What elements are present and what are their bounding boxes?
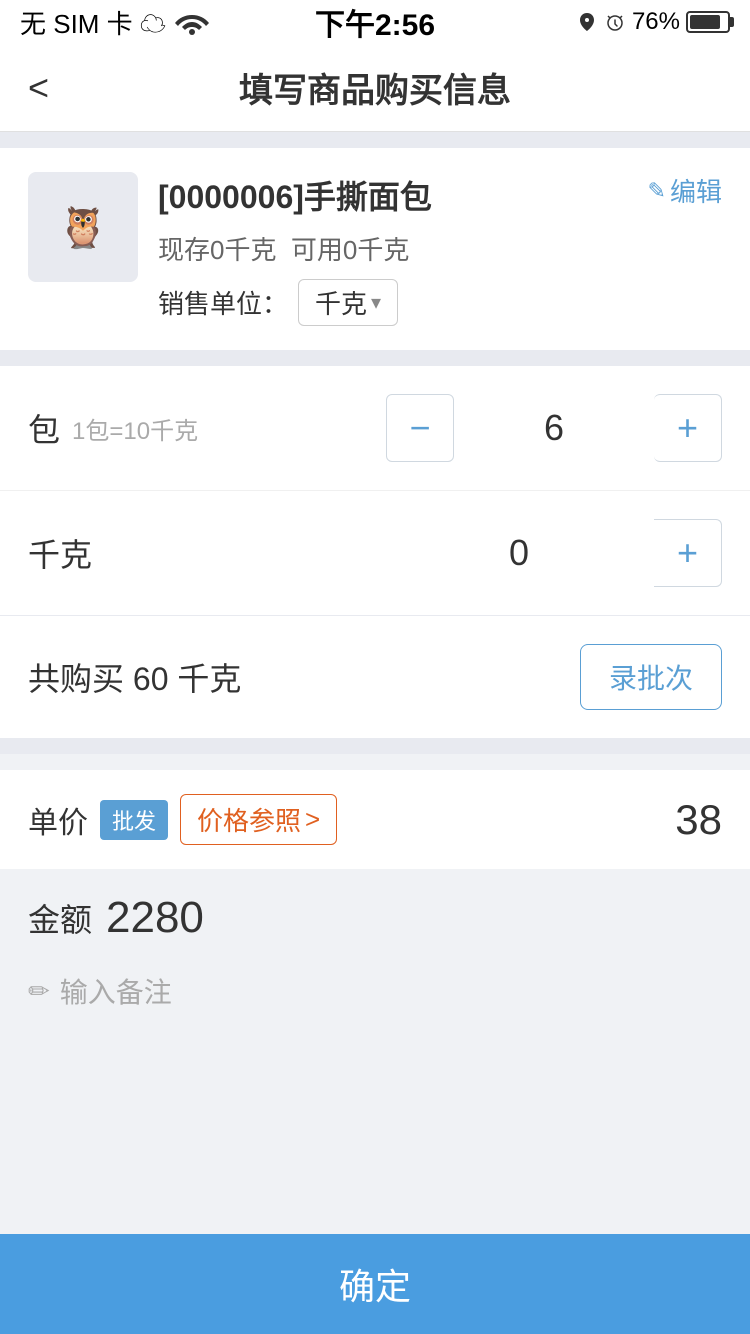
chevron-right-icon: > [305,804,320,835]
input-section: 包 1包=10千克 − + 千克 + [0,366,750,615]
price-ref-label: 价格参照 [197,801,301,838]
price-label-text: 单价 [28,798,88,842]
price-reference-button[interactable]: 价格参照 > [180,794,337,845]
summary-text: 共购买 60 千克 [28,654,241,700]
kg-plus-icon: + [677,532,698,574]
product-unit-row: 销售单位： 千克 ▾ [158,279,722,326]
unit-value: 千克 [315,284,367,321]
price-tag: 批发 [100,800,168,840]
price-label: 单价 批发 价格参照 > [28,794,337,845]
amount-label: 金额 [28,895,92,941]
kg-label: 千克 [28,530,384,576]
bao-quantity-row: 包 1包=10千克 − + [0,366,750,491]
kg-quantity-row: 千克 + [0,491,750,615]
confirm-button[interactable]: 确定 [0,1234,750,1334]
amount-value: 2280 [106,893,204,943]
kg-quantity-input[interactable] [384,519,654,587]
divider-1 [0,132,750,148]
no-sim-text: 无 SIM 卡 ☁ [20,4,166,41]
product-logo: 🦉 [58,204,108,251]
page-title: 填写商品购买信息 [239,63,511,112]
bao-decrease-button[interactable]: − [386,394,454,462]
product-stock: 现存0千克 可用0千克 [158,230,722,267]
edit-button[interactable]: ✎ 编辑 [648,172,722,209]
divider-2 [0,350,750,366]
battery-icon [686,11,730,33]
product-name: [0000006]手撕面包 [158,172,722,218]
confirm-label: 确定 [339,1258,411,1310]
bao-quantity-control: − + [386,394,722,462]
minus-icon: − [409,407,430,449]
unit-select[interactable]: 千克 ▾ [298,279,398,326]
edit-label: 编辑 [670,172,722,209]
product-card: 🦉 [0000006]手撕面包 现存0千克 可用0千克 销售单位： 千克 ▾ ✎… [0,148,750,350]
bao-quantity-input[interactable] [454,394,654,462]
amount-section: 金额 2280 ✏ 输入备注 [0,869,750,1039]
batch-btn-label: 录批次 [609,663,693,694]
record-batch-button[interactable]: 录批次 [580,644,722,710]
wifi-icon [174,9,210,35]
remark-placeholder: 输入备注 [60,971,172,1011]
product-thumbnail: 🦉 [28,172,138,282]
status-right: 76% [576,8,730,36]
kg-quantity-control: + [384,519,722,587]
remark-row[interactable]: ✏ 输入备注 [28,955,722,1027]
divider-3 [0,738,750,754]
bao-hint: 1包=10千克 [72,411,198,446]
bao-increase-button[interactable]: + [654,394,722,462]
price-section: 单价 批发 价格参照 > 38 [0,770,750,869]
location-icon [576,11,598,33]
unit-label: 销售单位： [158,284,288,321]
status-time: 下午2:56 [315,0,435,44]
edit-icon: ✎ [648,178,666,204]
back-button[interactable]: < [28,67,49,109]
status-left: 无 SIM 卡 ☁ [20,4,210,41]
content-fill [0,1039,750,1234]
bao-label: 包 1包=10千克 [28,405,386,451]
nav-bar: < 填写商品购买信息 [0,44,750,132]
alarm-icon [604,11,626,33]
battery-text: 76% [632,8,680,36]
summary-row: 共购买 60 千克 录批次 [0,615,750,738]
chevron-down-icon: ▾ [371,290,381,315]
kg-increase-button[interactable]: + [654,519,722,587]
pencil-icon: ✏ [28,976,50,1007]
plus-icon: + [677,407,698,449]
product-info: [0000006]手撕面包 现存0千克 可用0千克 销售单位： 千克 ▾ [158,172,722,326]
status-bar: 无 SIM 卡 ☁ 下午2:56 76% [0,0,750,44]
price-value: 38 [675,796,722,844]
amount-row: 金额 2280 [28,893,722,943]
